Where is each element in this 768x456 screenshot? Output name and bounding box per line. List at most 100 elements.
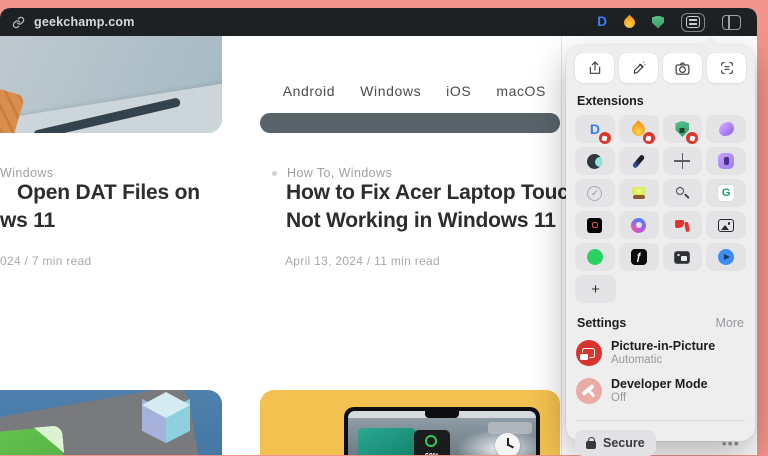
extension-tile-image-frame-extension[interactable] [706,211,746,239]
extension-tile-purple-petal-extension[interactable] [706,115,746,143]
link-icon [12,16,25,28]
article-thumbnail-3d-cubes[interactable] [0,390,222,455]
dark-globe-extension-icon [587,153,603,169]
extensions-grid: D ✓ Gƒ [575,115,746,271]
extension-tile-crosshair-extension[interactable] [662,147,703,175]
notch-shape [425,411,459,418]
gradient-ring-extension-icon [631,217,647,233]
flame-toolbar-icon[interactable] [621,14,638,30]
laptop-surface-shape [2,76,222,133]
extension-tile-purple-square-extension[interactable] [706,147,746,175]
update-badge [642,132,655,144]
nav-link-android[interactable]: Android [283,83,335,99]
settings-more-link[interactable]: More [716,316,744,330]
popup-action-bar [575,53,746,83]
settings-section-header: Settings More [577,316,744,330]
setting-developer-mode[interactable]: Developer Mode Off [575,372,746,410]
extensions-list-icon [686,16,700,28]
green-sticker-shape [0,426,67,455]
reader-scan-button[interactable] [707,53,746,83]
extension-tile-green-g-extension[interactable]: G [706,179,746,207]
extension-tile-shield-extension[interactable] [662,115,703,144]
sidebar-toggle-icon[interactable] [722,14,741,30]
shield-toolbar-icon[interactable] [652,15,664,29]
article-thumbnail-macbook[interactable]: 60% [260,390,560,455]
clock-widget-shape [495,433,520,455]
green-dot-extension-icon [586,249,603,265]
blue-d-toolbar-icon[interactable]: D [597,15,607,29]
article-meta: 024 / 7 min read [0,254,92,268]
url-text[interactable]: geekchamp.com [34,15,135,29]
setting-label: Picture-in-Picture [611,339,716,353]
extension-tile-check-circle-extension[interactable]: ✓ [575,179,615,207]
pip-frame-extension-icon [674,250,691,264]
extension-tile-gradient-ring-extension[interactable] [618,211,659,239]
extension-tile-green-dot-extension[interactable] [575,243,615,271]
fn-square-extension-icon: ƒ [630,249,647,265]
secure-label: Secure [603,436,645,450]
extension-tile-dark-globe-extension[interactable] [575,147,615,175]
screenshot-camera-button[interactable] [663,53,702,83]
extensions-popup: Extensions D ✓ Gƒ + Settings More Picture-… [566,45,755,456]
article-thumbnail-dark-photo[interactable] [260,113,560,133]
browser-toolbar: geekchamp.com D [0,8,757,36]
extension-tile-pip-frame-extension[interactable] [662,243,703,271]
purple-square-extension-icon [718,153,735,169]
article-thumbnail-desk-photo[interactable] [0,36,222,133]
more-options-ellipsis[interactable]: ••• [722,436,746,451]
cube-3d-shape [140,392,194,450]
add-extension-button[interactable]: + [575,275,616,303]
share-button[interactable] [575,53,614,83]
setting-label: Developer Mode [611,377,708,391]
developer-mode-hammer-icon [576,378,602,404]
macbook-screen: 60% [348,411,536,455]
black-red-square-extension-icon [587,217,603,233]
extension-tile-blue-d-extension[interactable]: D [575,115,615,144]
nav-link-macos[interactable]: macOS [496,83,546,99]
article-title-line[interactable]: ws 11 [0,209,55,233]
popup-divider [576,420,745,421]
blue-arrow-extension-icon [718,249,735,265]
nav-link-windows[interactable]: Windows [360,83,421,99]
nav-link-ios[interactable]: iOS [446,83,471,99]
check-circle-extension-icon: ✓ [587,185,603,201]
thumbs-down-extension-icon [674,217,690,233]
extension-tile-thumbs-down-extension[interactable] [662,211,703,239]
extension-tile-blue-arrow-extension[interactable] [706,243,746,271]
purple-petal-extension-icon [718,122,734,136]
extension-tile-fn-square-extension[interactable]: ƒ [618,243,659,271]
lock-icon [586,436,596,449]
update-badge [686,132,699,144]
setting-picture-in-picture[interactable]: Picture-in-Picture Automatic [575,334,746,372]
popup-footer: Secure ••• [575,430,746,456]
lamp-extension-icon [631,186,647,200]
highlighter-button[interactable] [619,53,658,83]
update-badge [598,132,611,144]
article-title-line[interactable]: Not Working in Windows 11 [286,209,556,233]
green-g-extension-icon: G [718,185,735,201]
article-category[interactable]: Windows [0,166,54,180]
extension-tile-black-red-square-extension[interactable] [575,211,615,239]
page-edge-divider [561,36,562,455]
category-bullet [272,171,277,176]
magnifier-extension-icon [674,185,690,201]
macbook-shape: 60% [344,407,540,455]
article-category[interactable]: How To, Windows [287,166,392,180]
extensions-section-title: Extensions [577,94,644,108]
setting-value: Automatic [611,354,663,366]
article-title-line[interactable]: Open DAT Files on [17,181,200,205]
secure-connection-button[interactable]: Secure [575,430,656,456]
panel-shape [488,422,532,434]
settings-section-title: Settings [577,316,627,330]
crosshair-extension-icon [674,153,691,169]
extension-tile-eyedropper-extension[interactable] [618,147,659,175]
weather-widget-shape [358,428,416,455]
battery-widget: 60% [414,430,450,455]
extension-tile-magnifier-extension[interactable] [662,179,703,207]
extension-tile-flame-extension[interactable] [618,115,659,144]
image-frame-extension-icon [718,218,735,232]
extension-tile-lamp-extension[interactable] [618,179,659,207]
setting-value: Off [611,392,627,404]
extensions-menu-button[interactable] [681,12,705,32]
article-meta: April 13, 2024 / 11 min read [285,254,440,268]
